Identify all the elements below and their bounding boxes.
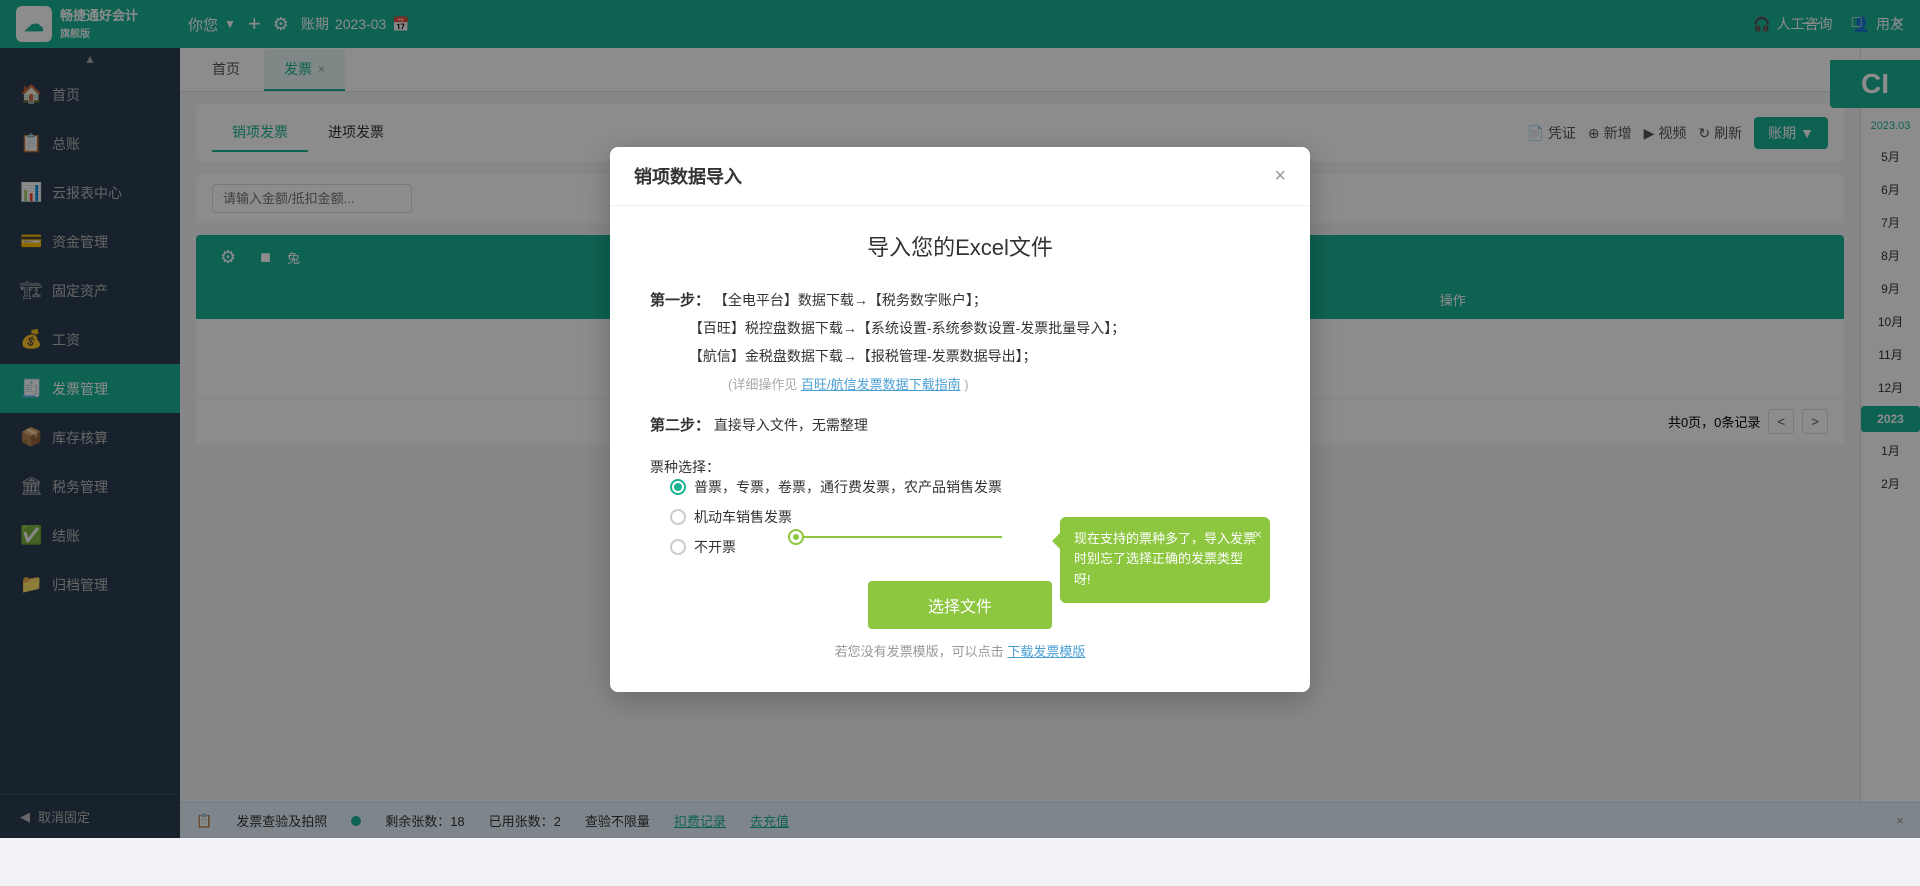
modal-dialog: 销项数据导入 × 导入您的Excel文件 第一步： 【全电平台】数据下载→【税务… <box>610 147 1310 692</box>
radio-motor-circle <box>670 509 686 525</box>
modal-header: 销项数据导入 × <box>610 147 1310 206</box>
step1-line2: 【百旺】税控盘数据下载→【系统设置-系统参数设置-发票批量导入】； <box>689 320 1125 336</box>
step2-content: 直接导入文件，无需整理 <box>714 417 868 433</box>
step1-link-row: (详细操作见 百旺/航信发票数据下载指南 ) <box>650 374 1270 393</box>
radio-group: 普票，专票，卷票，通行费发票，农产品销售发票 × 现在支持的票种多了，导入发票时… <box>650 477 1270 557</box>
radio-motor-label: 机动车销售发票 <box>694 507 792 527</box>
step1-label: 第一步： <box>650 292 710 309</box>
modal-overlay: 销项数据导入 × 导入您的Excel文件 第一步： 【全电平台】数据下载→【税务… <box>0 0 1920 838</box>
radio-no-invoice-circle <box>670 539 686 555</box>
tooltip-close-btn[interactable]: × <box>1254 523 1262 545</box>
radio-general[interactable]: 普票，专票，卷票，通行费发票，农产品销售发票 × 现在支持的票种多了，导入发票时… <box>670 477 1270 497</box>
window-close-btn[interactable]: × <box>1877 0 1920 45</box>
tooltip-dot <box>790 531 802 543</box>
step1-line3: 【航信】金税盘数据下载→【报税管理-发票数据导出】； <box>689 348 1037 364</box>
template-link-row: 若您没有发票模版，可以点击 下载发票模版 <box>650 641 1270 660</box>
radio-no-invoice-label: 不开票 <box>694 537 736 557</box>
tooltip-text: 现在支持的票种多了，导入发票时别忘了选择正确的发票类型呀! <box>1074 531 1256 588</box>
template-prefix: 若您没有发票模版，可以点击 <box>835 644 1004 659</box>
radio-general-label: 普票，专票，卷票，通行费发票，农产品销售发票 <box>694 477 1002 497</box>
step1-guide-link[interactable]: 百旺/航信发票数据下载指南 <box>801 377 961 392</box>
step1-line1: 【全电平台】数据下载→【税务数字账户】； <box>714 292 987 308</box>
tooltip-line <box>802 536 1002 538</box>
ticket-select-row: 票种选择： 普票，专票，卷票，通行费发票，农产品销售发票 × 现在支持的票种多了… <box>650 457 1270 557</box>
modal-title: 销项数据导入 <box>634 163 742 189</box>
modal-body: 导入您的Excel文件 第一步： 【全电平台】数据下载→【税务数字账户】； 【百… <box>610 206 1310 692</box>
template-download-link[interactable]: 下载发票模版 <box>1007 644 1085 659</box>
window-maximize-btn[interactable]: □ <box>1836 2 1878 44</box>
step1-link-suffix: ) <box>964 377 968 392</box>
modal-close-button[interactable]: × <box>1274 166 1286 186</box>
step1-content: 【全电平台】数据下载→【税务数字账户】； 【百旺】税控盘数据下载→【系统设置-系… <box>650 292 1125 364</box>
select-file-button[interactable]: 选择文件 <box>868 581 1052 629</box>
tooltip-bubble: × 现在支持的票种多了，导入发票时别忘了选择正确的发票类型呀! <box>1060 517 1270 603</box>
step2-label: 第二步： <box>650 417 710 434</box>
step1-link-prefix: (详细操作见 <box>728 377 797 392</box>
radio-general-circle <box>670 479 686 495</box>
step1-row: 第一步： 【全电平台】数据下载→【税务数字账户】； 【百旺】税控盘数据下载→【系… <box>650 286 1270 393</box>
ticket-label: 票种选择： <box>650 459 720 475</box>
window-controls: — □ × <box>1786 0 1920 45</box>
window-minimize-btn[interactable]: — <box>1786 0 1836 45</box>
modal-main-title: 导入您的Excel文件 <box>650 230 1270 262</box>
step2-row: 第二步： 直接导入文件，无需整理 <box>650 411 1270 439</box>
